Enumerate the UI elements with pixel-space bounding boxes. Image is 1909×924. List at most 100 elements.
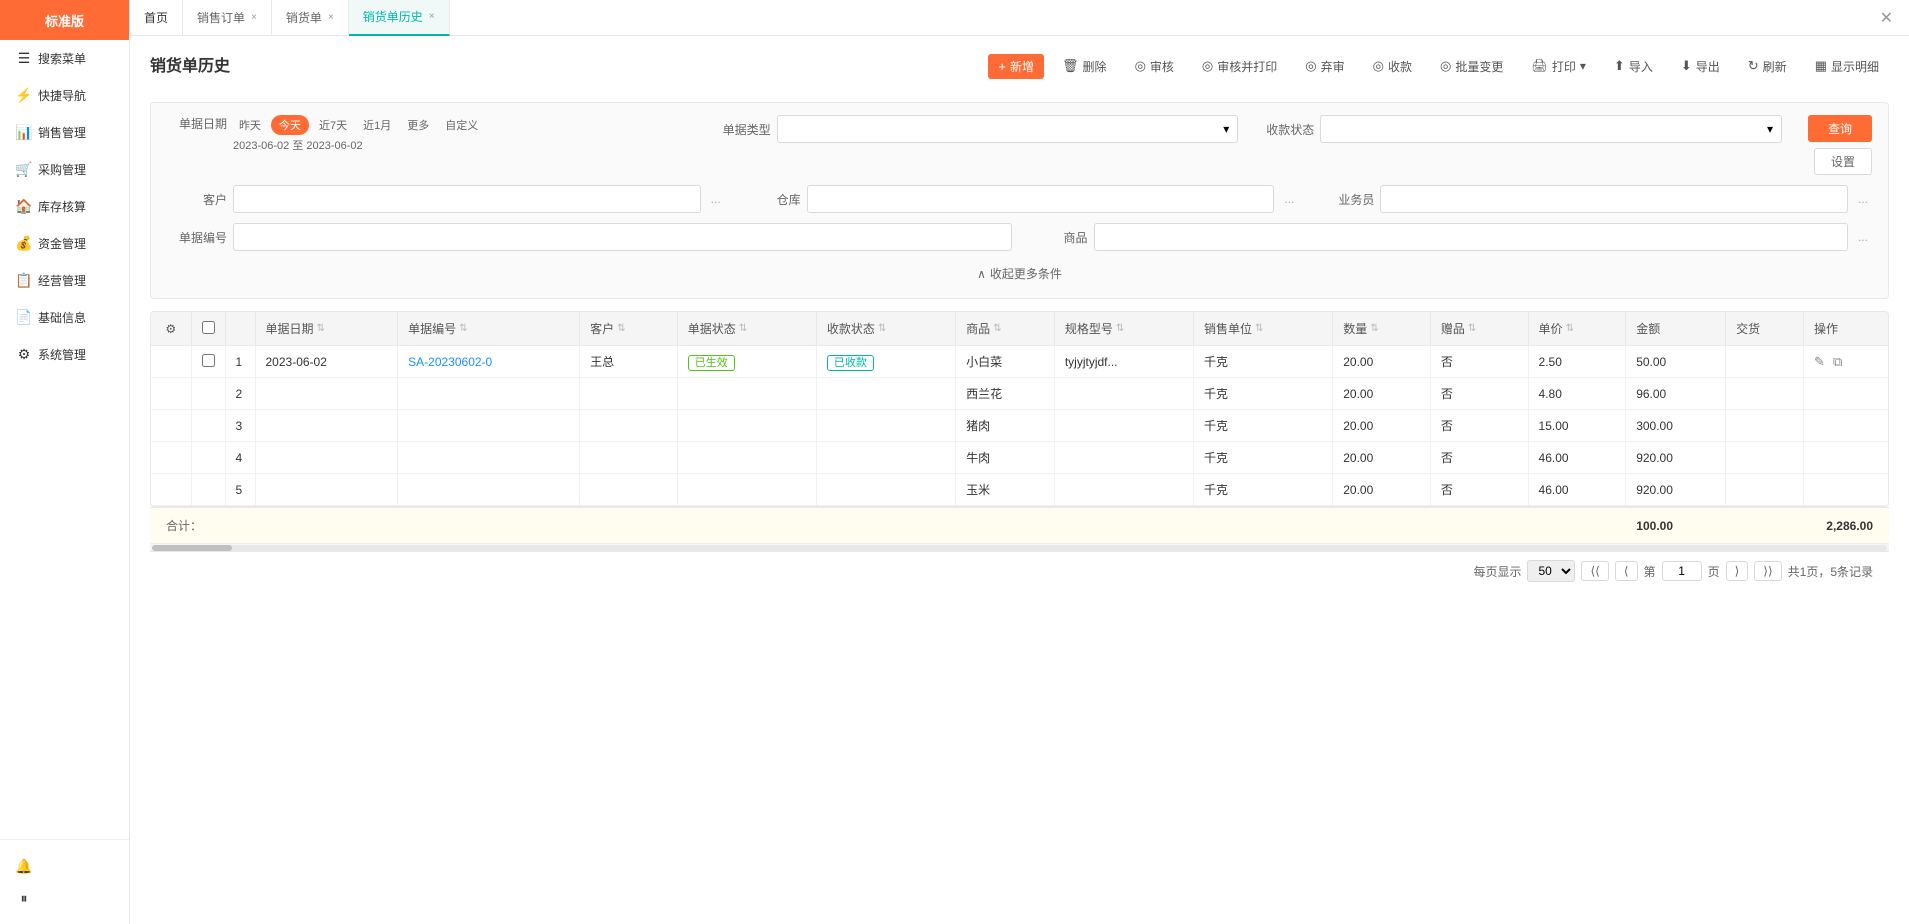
th-goods[interactable]: 商品⇅ xyxy=(956,312,1055,346)
tab-sales-delivery-close[interactable]: × xyxy=(328,12,334,23)
th-doc-date[interactable]: 单据日期⇅ xyxy=(255,312,398,346)
date-tab-today[interactable]: 今天 xyxy=(271,115,309,135)
sidebar-item-search-menu[interactable]: ☰ 搜索菜单 xyxy=(0,40,129,77)
per-page-select[interactable]: 50 xyxy=(1527,560,1575,582)
date-tab-7days[interactable]: 近7天 xyxy=(313,115,353,135)
td-check[interactable] xyxy=(191,442,225,474)
refresh-button[interactable]: ↻ 刷新 xyxy=(1738,54,1797,79)
tab-sales-history-close[interactable]: × xyxy=(429,11,435,22)
row-checkbox[interactable] xyxy=(202,354,215,367)
sidebar-item-operations[interactable]: 📋 经营管理 xyxy=(0,262,129,299)
prev-page-button[interactable]: ⟨ xyxy=(1615,561,1638,581)
date-range-display: 2023-06-02 至 2023-06-02 xyxy=(233,137,484,153)
scrollbar-thumb[interactable] xyxy=(152,545,232,551)
td-collect-status xyxy=(816,410,955,442)
td-check[interactable] xyxy=(191,474,225,506)
customer-ellipsis[interactable]: ... xyxy=(707,192,725,206)
show-detail-button[interactable]: ▦ 显示明细 xyxy=(1805,54,1889,79)
td-doc-no[interactable] xyxy=(398,378,580,410)
td-spec xyxy=(1054,378,1193,410)
sidebar-item-inventory[interactable]: 🏠 库存核算 xyxy=(0,188,129,225)
sidebar-bottom-item1[interactable]: 🔔 xyxy=(0,850,129,882)
staff-ellipsis[interactable]: ... xyxy=(1854,192,1872,206)
page-content: 销货单历史 + 新增 🗑 删除 ◎ 审核 ◎ 审核并打印 xyxy=(130,36,1909,924)
th-qty[interactable]: 数量⇅ xyxy=(1333,312,1431,346)
batch-change-button[interactable]: ◎ 批量变更 xyxy=(1430,54,1513,79)
export-button[interactable]: ⬇ 导出 xyxy=(1671,54,1730,79)
th-price[interactable]: 单价⇅ xyxy=(1528,312,1626,346)
tab-home[interactable]: 首页 xyxy=(130,0,183,36)
delete-button[interactable]: 🗑 删除 xyxy=(1052,54,1117,79)
import-button[interactable]: ⬆ 导入 xyxy=(1604,54,1663,79)
date-tab-custom[interactable]: 自定义 xyxy=(439,115,484,135)
tab-sales-delivery[interactable]: 销货单 × xyxy=(272,0,349,36)
doc-no-link[interactable]: SA-20230602-0 xyxy=(408,355,492,369)
abandon-button[interactable]: ◎ 弃审 xyxy=(1295,54,1354,79)
td-doc-no[interactable] xyxy=(398,410,580,442)
sidebar-item-purchase-mgmt[interactable]: 🛒 采购管理 xyxy=(0,151,129,188)
last-page-button[interactable]: ⟩⟩ xyxy=(1754,561,1781,581)
collect-select[interactable]: ▾ xyxy=(1320,115,1782,143)
tab-sales-order[interactable]: 销售订单 × xyxy=(183,0,272,36)
staff-input[interactable] xyxy=(1380,185,1848,213)
th-unit[interactable]: 销售单位⇅ xyxy=(1194,312,1333,346)
audit-print-button[interactable]: ◎ 审核并打印 xyxy=(1192,54,1287,79)
scrollbar-track[interactable] xyxy=(152,545,1887,551)
th-doc-status[interactable]: 单据状态⇅ xyxy=(677,312,816,346)
warehouse-ellipsis[interactable]: ... xyxy=(1280,192,1298,206)
td-check[interactable] xyxy=(191,378,225,410)
next-page-button[interactable]: ⟩ xyxy=(1726,561,1749,581)
date-tab-more[interactable]: 更多 xyxy=(401,115,435,135)
th-gift[interactable]: 赠品⇅ xyxy=(1430,312,1528,346)
copy-icon[interactable]: ⧉ xyxy=(1833,354,1842,370)
date-tab-1month[interactable]: 近1月 xyxy=(357,115,397,135)
warehouse-input[interactable] xyxy=(807,185,1275,213)
window-close-button[interactable]: ✕ xyxy=(1872,10,1901,27)
td-doc-no[interactable] xyxy=(398,442,580,474)
first-page-button[interactable]: ⟨⟨ xyxy=(1581,561,1608,581)
td-doc-no[interactable] xyxy=(398,474,580,506)
sidebar-item-finance[interactable]: 💰 资金管理 xyxy=(0,225,129,262)
td-gear xyxy=(151,474,191,506)
goods-input[interactable] xyxy=(1094,223,1848,251)
tab-sales-history[interactable]: 销货单历史 × xyxy=(349,0,450,36)
sidebar-item-basic-info[interactable]: 📄 基础信息 xyxy=(0,299,129,336)
th-collect-status[interactable]: 收款状态⇅ xyxy=(816,312,955,346)
print-button[interactable]: 🖨 打印 ▾ xyxy=(1521,54,1596,79)
th-check[interactable] xyxy=(191,312,225,346)
sidebar-item-quick-nav[interactable]: ⚡ 快捷导航 xyxy=(0,77,129,114)
tab-sales-order-close[interactable]: × xyxy=(251,12,257,23)
add-button[interactable]: + 新增 xyxy=(988,54,1044,79)
type-select[interactable]: ▾ xyxy=(777,115,1239,143)
docno-input[interactable] xyxy=(233,223,1012,251)
date-tab-yesterday[interactable]: 昨天 xyxy=(233,115,267,135)
sidebar-item-sys-mgmt[interactable]: ⚙ 系统管理 xyxy=(0,336,129,373)
td-doc-date xyxy=(255,474,398,506)
goods-ellipsis[interactable]: ... xyxy=(1854,230,1872,244)
td-collect-status xyxy=(816,378,955,410)
td-check[interactable] xyxy=(191,346,225,378)
horizontal-scrollbar[interactable] xyxy=(150,543,1889,551)
td-check[interactable] xyxy=(191,410,225,442)
collect-button[interactable]: ◎ 收款 xyxy=(1363,54,1422,79)
docno-label: 单据编号 xyxy=(167,229,227,246)
page-number-input[interactable] xyxy=(1662,561,1702,581)
audit-button[interactable]: ◎ 审核 xyxy=(1125,54,1184,79)
th-settings[interactable]: ⚙ xyxy=(151,312,191,346)
sidebar-item-sales-mgmt[interactable]: 📊 销售管理 xyxy=(0,114,129,151)
collapse-button[interactable]: ∧ 收起更多条件 xyxy=(167,261,1872,286)
pagination: 每页显示 50 ⟨⟨ ⟨ 第 页 ⟩ ⟩⟩ 共1页，5条记录 xyxy=(150,551,1889,590)
td-doc-no[interactable]: SA-20230602-0 xyxy=(398,346,580,378)
th-spec[interactable]: 规格型号⇅ xyxy=(1054,312,1193,346)
summary-qty: 100.00 xyxy=(994,519,1690,533)
set-button[interactable]: 设置 xyxy=(1814,148,1872,175)
customer-input[interactable] xyxy=(233,185,701,213)
th-doc-no[interactable]: 单据编号⇅ xyxy=(398,312,580,346)
th-customer[interactable]: 客户⇅ xyxy=(580,312,678,346)
td-price: 2.50 xyxy=(1528,346,1626,378)
edit-icon[interactable]: ✎ xyxy=(1814,354,1825,370)
sidebar-bottom-item2[interactable]: ⏸ xyxy=(0,882,129,914)
query-button[interactable]: 查询 xyxy=(1808,115,1872,142)
batch-label: 批量变更 xyxy=(1455,58,1503,75)
select-all-checkbox[interactable] xyxy=(202,321,215,334)
